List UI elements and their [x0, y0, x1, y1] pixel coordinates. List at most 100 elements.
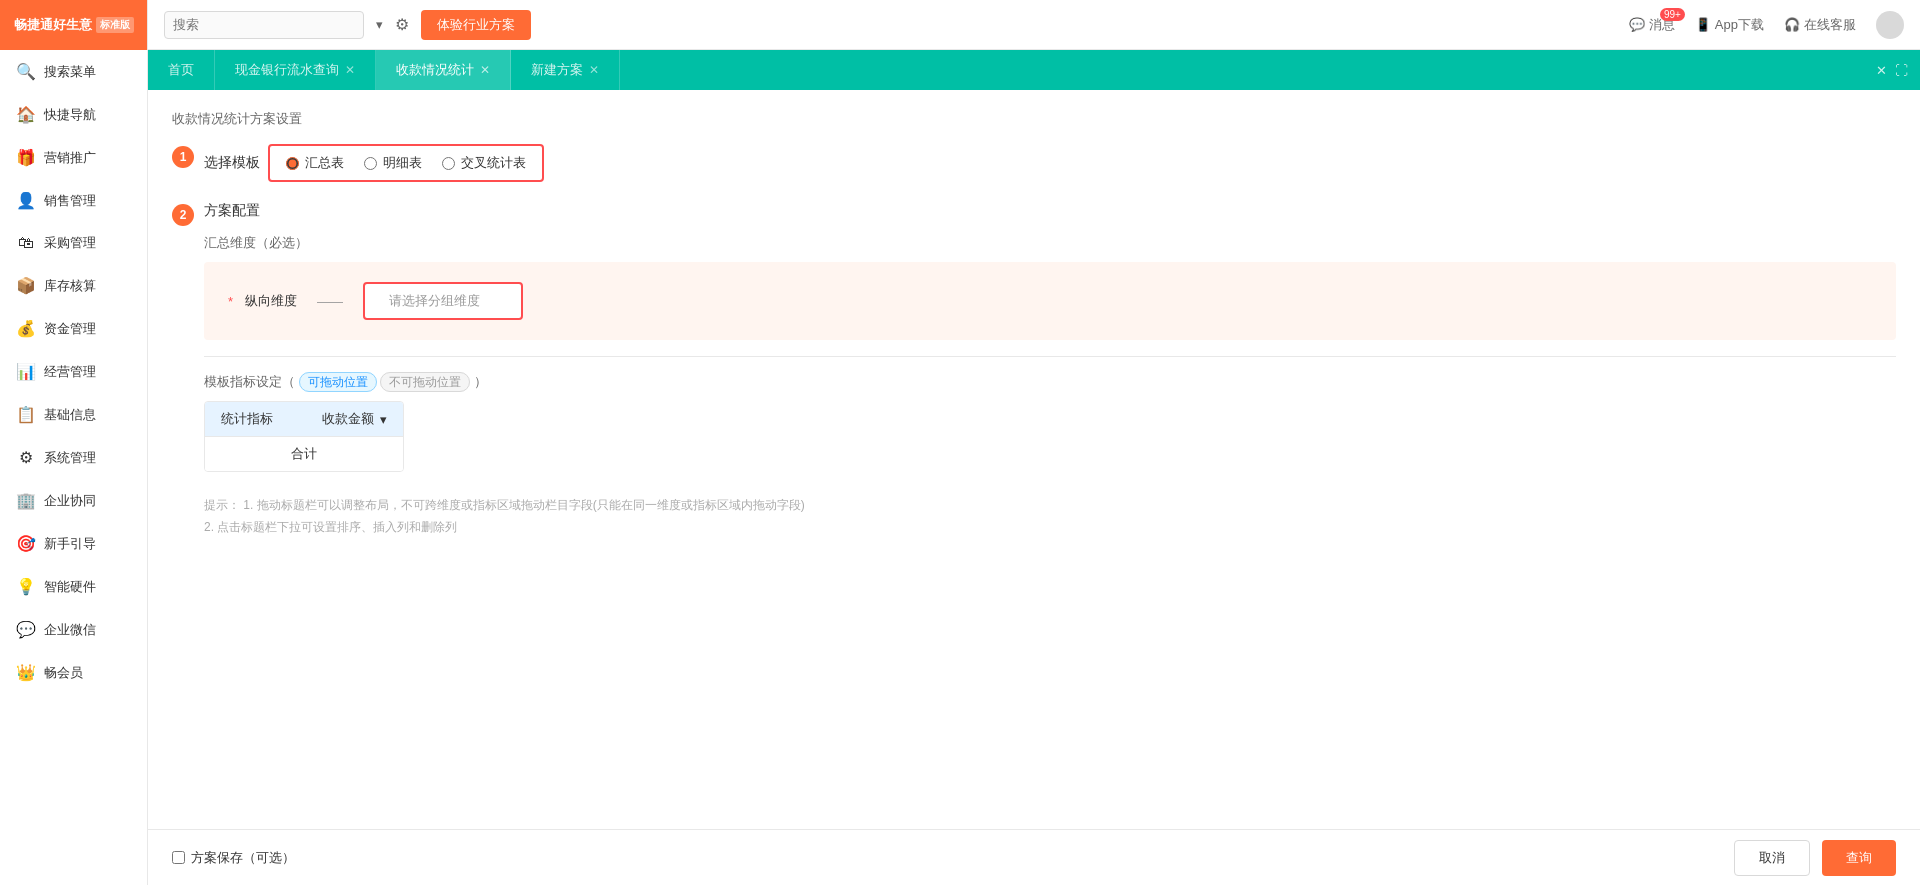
page-container: 收款情况统计方案设置 1 选择模板 汇总表 — [148, 90, 1920, 829]
box-icon: 📦 — [16, 276, 36, 295]
tab-new-plan-label: 新建方案 — [531, 61, 583, 79]
tab-new-plan[interactable]: 新建方案 ✕ — [511, 50, 620, 90]
metric-name: 收款金额 — [322, 410, 374, 428]
online-service-btn[interactable]: 🎧 在线客服 — [1784, 16, 1856, 34]
dimension-area: * 纵向维度 —— 请选择分组维度 — [204, 262, 1896, 340]
step1-section: 1 选择模板 汇总表 明细表 — [172, 144, 1896, 182]
radio-cross[interactable]: 交叉统计表 — [442, 154, 526, 172]
radio-input-summary[interactable] — [286, 157, 299, 170]
step2-title: 方案配置 — [204, 202, 1896, 220]
detail-label: 明细表 — [383, 154, 422, 172]
save-checkbox-input[interactable] — [172, 851, 185, 864]
sidebar-item-member[interactable]: 👑 畅会员 — [0, 651, 147, 694]
building-icon: 🏢 — [16, 491, 36, 510]
step1-content: 选择模板 汇总表 明细表 — [204, 144, 1896, 182]
step2-section: 2 方案配置 汇总维度（必选） * 纵向维度 —— 请选择分组维度 — [172, 202, 1896, 538]
settings-icon[interactable]: ⚙ — [395, 15, 409, 34]
sidebar-label: 经营管理 — [44, 363, 96, 381]
sidebar-item-system[interactable]: ⚙ 系统管理 — [0, 436, 147, 479]
cross-label: 交叉统计表 — [461, 154, 526, 172]
sidebar-label: 库存核算 — [44, 277, 96, 295]
close-icon[interactable]: ✕ — [589, 63, 599, 77]
close-icon[interactable]: ✕ — [345, 63, 355, 77]
sidebar-item-corp-collab[interactable]: 🏢 企业协同 — [0, 479, 147, 522]
sidebar-label: 企业协同 — [44, 492, 96, 510]
arrow-icon: —— — [317, 294, 343, 309]
sidebar-item-newbie[interactable]: 🎯 新手引导 — [0, 522, 147, 565]
message-btn[interactable]: 💬 消息 99+ — [1629, 16, 1675, 34]
tab-home-label: 首页 — [168, 61, 194, 79]
sidebar-label: 采购管理 — [44, 234, 96, 252]
chart-icon: 📊 — [16, 362, 36, 381]
divider — [204, 356, 1896, 357]
hint-1: 提示： 1. 拖动标题栏可以调整布局，不可跨维度或指标区域拖动栏目字段(只能在同… — [204, 495, 1896, 517]
sidebar-label: 资金管理 — [44, 320, 96, 338]
sidebar-label: 系统管理 — [44, 449, 96, 467]
sidebar-label: 基础信息 — [44, 406, 96, 424]
dropdown-metric-icon[interactable]: ▾ — [380, 412, 387, 427]
vertical-dim-label: 纵向维度 — [245, 292, 297, 310]
cancel-button[interactable]: 取消 — [1734, 840, 1810, 876]
nav-close-icon[interactable]: ✕ — [1876, 63, 1887, 78]
app-download-btn[interactable]: 📱 App下载 — [1695, 16, 1764, 34]
tab-cash-bank[interactable]: 现金银行流水查询 ✕ — [215, 50, 376, 90]
badge-count: 99+ — [1660, 8, 1685, 21]
sidebar-label: 快捷导航 — [44, 106, 96, 124]
radio-detail[interactable]: 明细表 — [364, 154, 422, 172]
sidebar-item-quick-nav[interactable]: 🏠 快捷导航 — [0, 93, 147, 136]
sidebar-item-purchase[interactable]: 🛍 采购管理 — [0, 222, 147, 264]
metrics-table-header: 统计指标 收款金额 ▾ — [205, 402, 403, 436]
avatar[interactable] — [1876, 11, 1904, 39]
phone-icon: 📱 — [1695, 17, 1711, 32]
metrics-table: 统计指标 收款金额 ▾ 合计 — [204, 401, 404, 472]
sidebar: 畅捷通好生意 标准版 🔍 搜索菜单 🏠 快捷导航 🎁 营销推广 👤 销售管理 🛍… — [0, 0, 148, 885]
sidebar-label: 新手引导 — [44, 535, 96, 553]
save-checkbox[interactable]: 方案保存（可选） — [172, 849, 295, 867]
metric-subtotal-cell: 合计 — [205, 436, 403, 471]
sidebar-item-smart-hw[interactable]: 💡 智能硬件 — [0, 565, 147, 608]
chat-icon: 💬 — [16, 620, 36, 639]
non-draggable-tag: 不可拖动位置 — [380, 372, 470, 392]
dimension-select[interactable]: 请选择分组维度 — [363, 282, 523, 320]
query-button[interactable]: 查询 — [1822, 840, 1896, 876]
radio-input-cross[interactable] — [442, 157, 455, 170]
sidebar-label: 销售管理 — [44, 192, 96, 210]
sidebar-label: 畅会员 — [44, 664, 83, 682]
step1-title: 选择模板 — [204, 154, 260, 172]
radio-summary[interactable]: 汇总表 — [286, 154, 344, 172]
bag-icon: 🛍 — [16, 234, 36, 252]
money-icon: 💰 — [16, 319, 36, 338]
sidebar-item-inventory[interactable]: 📦 库存核算 — [0, 264, 147, 307]
dimension-placeholder: 请选择分组维度 — [389, 293, 480, 308]
sidebar-item-search-menu[interactable]: 🔍 搜索菜单 — [0, 50, 147, 93]
sidebar-item-operation[interactable]: 📊 经营管理 — [0, 350, 147, 393]
tab-collection-stats[interactable]: 收款情况统计 ✕ — [376, 50, 511, 90]
search-menu-icon: 🔍 — [16, 62, 36, 81]
save-label: 方案保存（可选） — [191, 849, 295, 867]
sidebar-item-marketing[interactable]: 🎁 营销推广 — [0, 136, 147, 179]
sidebar-item-base-info[interactable]: 📋 基础信息 — [0, 393, 147, 436]
dimension-row: * 纵向维度 —— 请选择分组维度 — [228, 282, 1872, 320]
gear-icon: ⚙ — [16, 448, 36, 467]
dropdown-arrow-icon[interactable]: ▾ — [376, 17, 383, 32]
trial-btn[interactable]: 体验行业方案 — [421, 10, 531, 40]
close-icon[interactable]: ✕ — [480, 63, 490, 77]
metrics-header: 模板指标设定（ 可拖动位置 不可拖动位置 ） — [204, 373, 1896, 391]
nav-expand-icon[interactable]: ⛶ — [1895, 63, 1908, 78]
sidebar-item-finance[interactable]: 💰 资金管理 — [0, 307, 147, 350]
content-area: 收款情况统计方案设置 1 选择模板 汇总表 — [148, 90, 1920, 829]
search-input[interactable] — [164, 11, 364, 39]
sidebar-item-corp-wechat[interactable]: 💬 企业微信 — [0, 608, 147, 651]
tab-collection-stats-label: 收款情况统计 — [396, 61, 474, 79]
step2-content: 方案配置 汇总维度（必选） * 纵向维度 —— 请选择分组维度 — [204, 202, 1896, 538]
hints-area: 提示： 1. 拖动标题栏可以调整布局，不可跨维度或指标区域拖动栏目字段(只能在同… — [204, 495, 1896, 538]
sidebar-label: 搜索菜单 — [44, 63, 96, 81]
main-area: ▾ ⚙ 体验行业方案 💬 消息 99+ 📱 App下载 🎧 在线客服 首页 — [148, 0, 1920, 885]
headset-icon: 🎧 — [1784, 17, 1800, 32]
hint-2: 2. 点击标题栏下拉可设置排序、插入列和删除列 — [204, 517, 1896, 539]
gift-icon: 🎁 — [16, 148, 36, 167]
template-selector: 汇总表 明细表 交叉统计表 — [268, 144, 544, 182]
radio-input-detail[interactable] — [364, 157, 377, 170]
tab-home[interactable]: 首页 — [148, 50, 215, 90]
sidebar-item-sales[interactable]: 👤 销售管理 — [0, 179, 147, 222]
